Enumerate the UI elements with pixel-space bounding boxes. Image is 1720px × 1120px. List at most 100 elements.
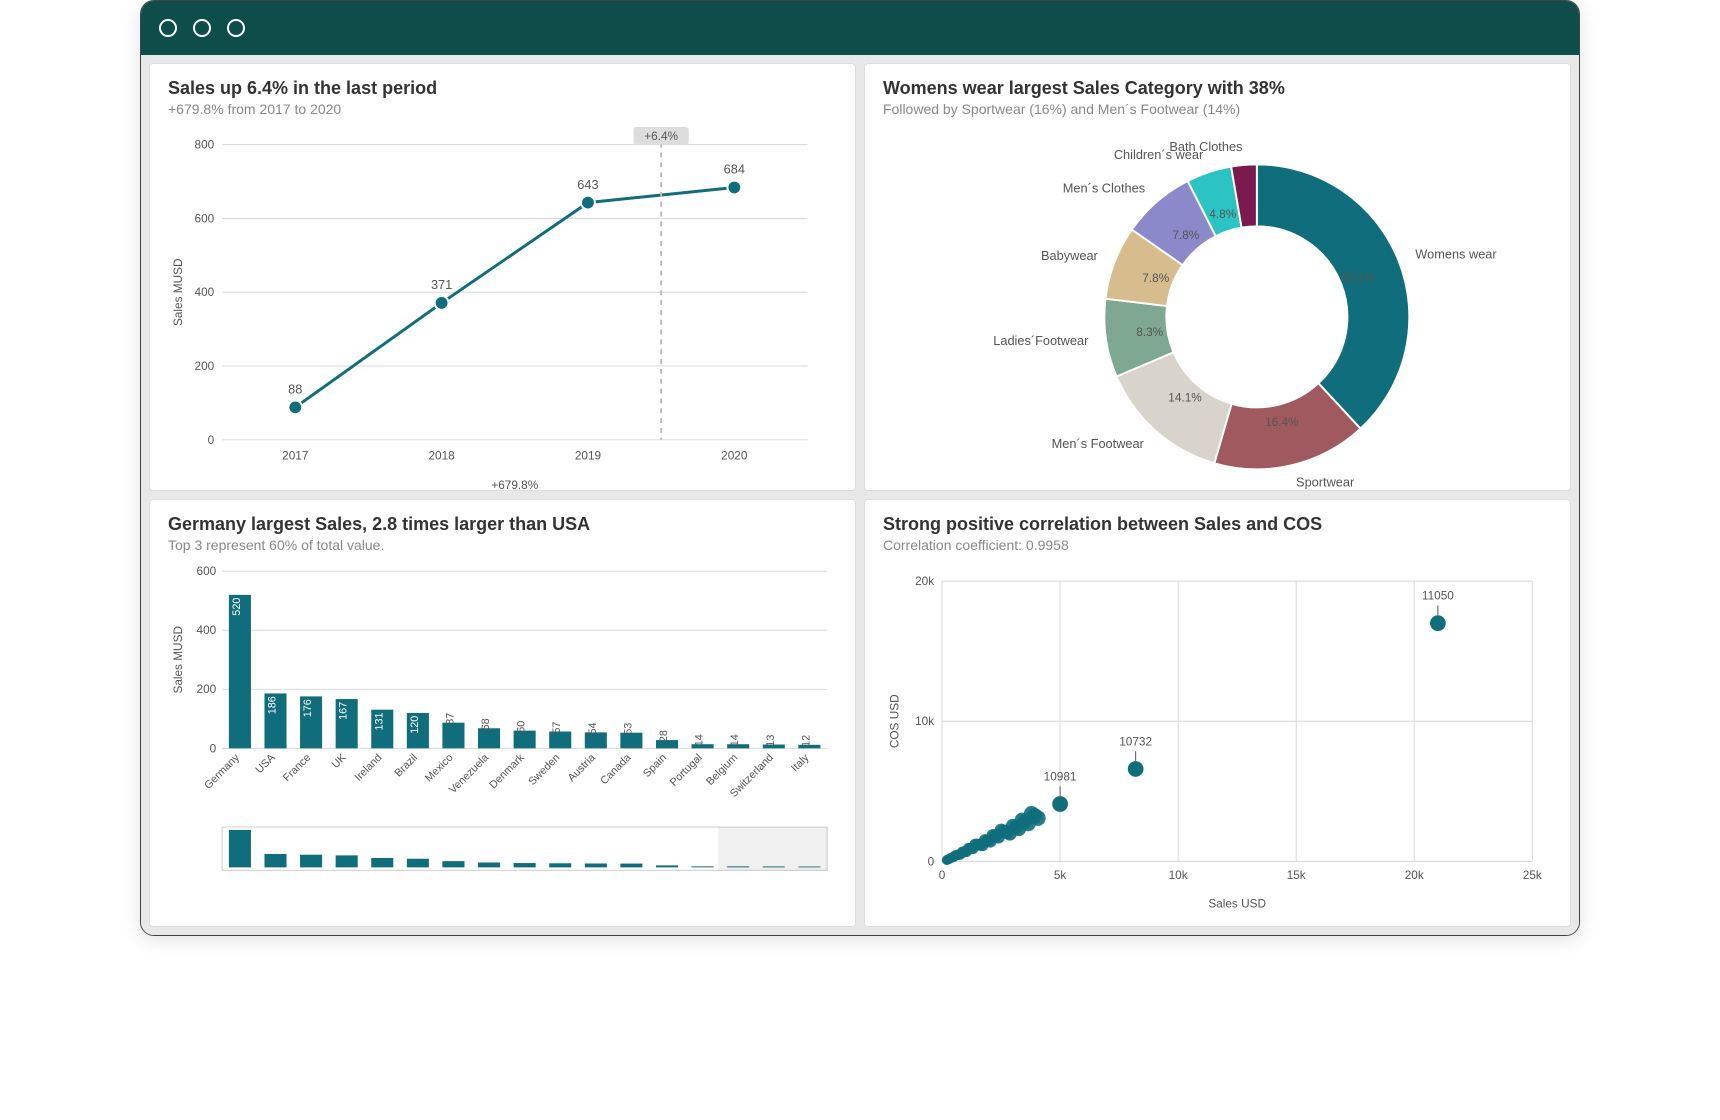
svg-text:186: 186: [266, 696, 278, 714]
svg-text:371: 371: [431, 277, 452, 292]
svg-text:France: France: [281, 752, 313, 784]
svg-text:400: 400: [197, 623, 217, 637]
svg-text:14.1%: 14.1%: [1168, 391, 1202, 405]
svg-text:800: 800: [195, 138, 215, 152]
panel-title: Germany largest Sales, 2.8 times larger …: [168, 514, 837, 535]
panel-subtitle: Correlation coefficient: 0.9958: [883, 537, 1552, 553]
window-zoom-icon[interactable]: [227, 19, 245, 37]
svg-text:COS USD: COS USD: [888, 694, 902, 748]
titlebar: [141, 1, 1579, 55]
svg-text:+679.8%: +679.8%: [491, 478, 538, 491]
svg-text:0: 0: [208, 433, 215, 447]
svg-text:8.3%: 8.3%: [1136, 325, 1163, 339]
svg-text:10k: 10k: [915, 714, 934, 728]
window-minimize-icon[interactable]: [193, 19, 211, 37]
svg-text:14: 14: [694, 734, 706, 746]
svg-text:Portugal: Portugal: [668, 752, 705, 789]
scatter-chart[interactable]: 0 5k 10k 15k 20k 25k 0 10k 20k Sales USD COS USD 11…: [883, 561, 1552, 916]
svg-text:Sales MUSD: Sales MUSD: [171, 626, 185, 694]
svg-text:684: 684: [724, 162, 745, 177]
svg-text:200: 200: [195, 359, 215, 373]
svg-text:20k: 20k: [1405, 868, 1424, 882]
svg-text:120: 120: [409, 716, 421, 734]
window-close-icon[interactable]: [159, 19, 177, 37]
svg-text:7.8%: 7.8%: [1142, 271, 1169, 285]
svg-text:20k: 20k: [915, 574, 934, 588]
svg-text:7.8%: 7.8%: [1172, 228, 1199, 242]
svg-text:5k: 5k: [1054, 868, 1067, 882]
dashboard-grid: Sales up 6.4% in the last period +679.8%…: [141, 55, 1579, 935]
svg-text:176: 176: [302, 699, 314, 717]
svg-text:0: 0: [928, 854, 935, 868]
svg-text:11050: 11050: [1422, 589, 1454, 603]
bar-chart[interactable]: 0 200 400 600 Sales MUSD 520 Germany 186 USA 176 F…: [168, 561, 837, 916]
svg-text:Denmark: Denmark: [487, 751, 527, 791]
svg-text:0: 0: [939, 868, 946, 882]
svg-text:Spain: Spain: [641, 752, 669, 780]
svg-text:68: 68: [480, 718, 492, 730]
panel-sales-by-country: Germany largest Sales, 2.8 times larger …: [149, 499, 856, 927]
svg-text:600: 600: [197, 564, 217, 578]
svg-text:167: 167: [338, 702, 350, 720]
svg-text:Mexico: Mexico: [423, 752, 456, 785]
line-chart[interactable]: 02004006008002017201820192020Sales MUSD+…: [168, 125, 837, 491]
svg-text:Sales USD: Sales USD: [1208, 897, 1266, 911]
svg-text:Ireland: Ireland: [353, 752, 385, 784]
svg-text:Canada: Canada: [598, 751, 634, 787]
panel-title: Sales up 6.4% in the last period: [168, 78, 837, 99]
svg-text:Austria: Austria: [566, 751, 599, 784]
donut-chart[interactable]: Womens wear 38.1% Sportwear 16.4% Men´s Foot…: [883, 125, 1552, 491]
panel-title: Strong positive correlation between Sale…: [883, 514, 1552, 535]
svg-text:2019: 2019: [575, 448, 601, 462]
svg-text:10732: 10732: [1119, 734, 1152, 748]
svg-text:0: 0: [210, 741, 217, 755]
svg-text:53: 53: [622, 723, 634, 735]
svg-text:Italy: Italy: [789, 751, 812, 774]
svg-text:+6.4%: +6.4%: [644, 129, 678, 143]
svg-text:10k: 10k: [1169, 868, 1188, 882]
svg-text:Venezuela: Venezuela: [447, 751, 492, 796]
svg-text:Ladies´Footwear: Ladies´Footwear: [993, 333, 1089, 348]
svg-text:520: 520: [231, 598, 243, 616]
svg-text:15k: 15k: [1287, 868, 1306, 882]
svg-text:Sales MUSD: Sales MUSD: [171, 258, 185, 326]
svg-text:88: 88: [288, 382, 302, 397]
svg-text:14: 14: [729, 734, 741, 746]
svg-text:Bath Clothes: Bath Clothes: [1169, 139, 1242, 154]
svg-text:400: 400: [195, 285, 215, 299]
svg-text:16.4%: 16.4%: [1265, 415, 1299, 429]
svg-text:2020: 2020: [721, 448, 748, 462]
svg-text:USA: USA: [253, 751, 278, 776]
svg-text:2017: 2017: [282, 448, 308, 462]
svg-text:Womens wear: Womens wear: [1415, 247, 1497, 262]
svg-text:Sweden: Sweden: [526, 752, 562, 788]
svg-text:Belgium: Belgium: [704, 752, 740, 788]
panel-category-share: Womens wear largest Sales Category with …: [864, 63, 1571, 491]
svg-text:2018: 2018: [429, 448, 456, 462]
app-window: Sales up 6.4% in the last period +679.8%…: [140, 0, 1580, 936]
svg-text:12: 12: [800, 735, 812, 747]
svg-text:60: 60: [516, 721, 528, 733]
panel-title: Womens wear largest Sales Category with …: [883, 78, 1552, 99]
svg-text:25k: 25k: [1523, 868, 1542, 882]
svg-text:4.8%: 4.8%: [1209, 207, 1236, 221]
svg-text:54: 54: [587, 722, 599, 734]
svg-text:Men´s Clothes: Men´s Clothes: [1063, 180, 1145, 195]
svg-text:Babywear: Babywear: [1041, 248, 1099, 263]
panel-sales-vs-cos: Strong positive correlation between Sale…: [864, 499, 1571, 927]
svg-text:Germany: Germany: [202, 751, 242, 791]
svg-text:Sportwear: Sportwear: [1296, 474, 1355, 489]
svg-text:Men´s Footwear: Men´s Footwear: [1052, 436, 1145, 451]
svg-text:131: 131: [373, 712, 385, 730]
svg-text:13: 13: [765, 735, 777, 747]
svg-text:57: 57: [551, 722, 563, 734]
svg-text:643: 643: [577, 177, 598, 192]
panel-sales-trend: Sales up 6.4% in the last period +679.8%…: [149, 63, 856, 491]
svg-text:Brazil: Brazil: [392, 752, 420, 780]
panel-subtitle: Followed by Sportwear (16%) and Men´s Fo…: [883, 101, 1552, 117]
svg-text:28: 28: [658, 730, 670, 742]
svg-text:200: 200: [197, 682, 217, 696]
svg-text:38.1%: 38.1%: [1341, 270, 1375, 284]
panel-subtitle: Top 3 represent 60% of total value.: [168, 537, 837, 553]
svg-text:UK: UK: [330, 751, 350, 771]
